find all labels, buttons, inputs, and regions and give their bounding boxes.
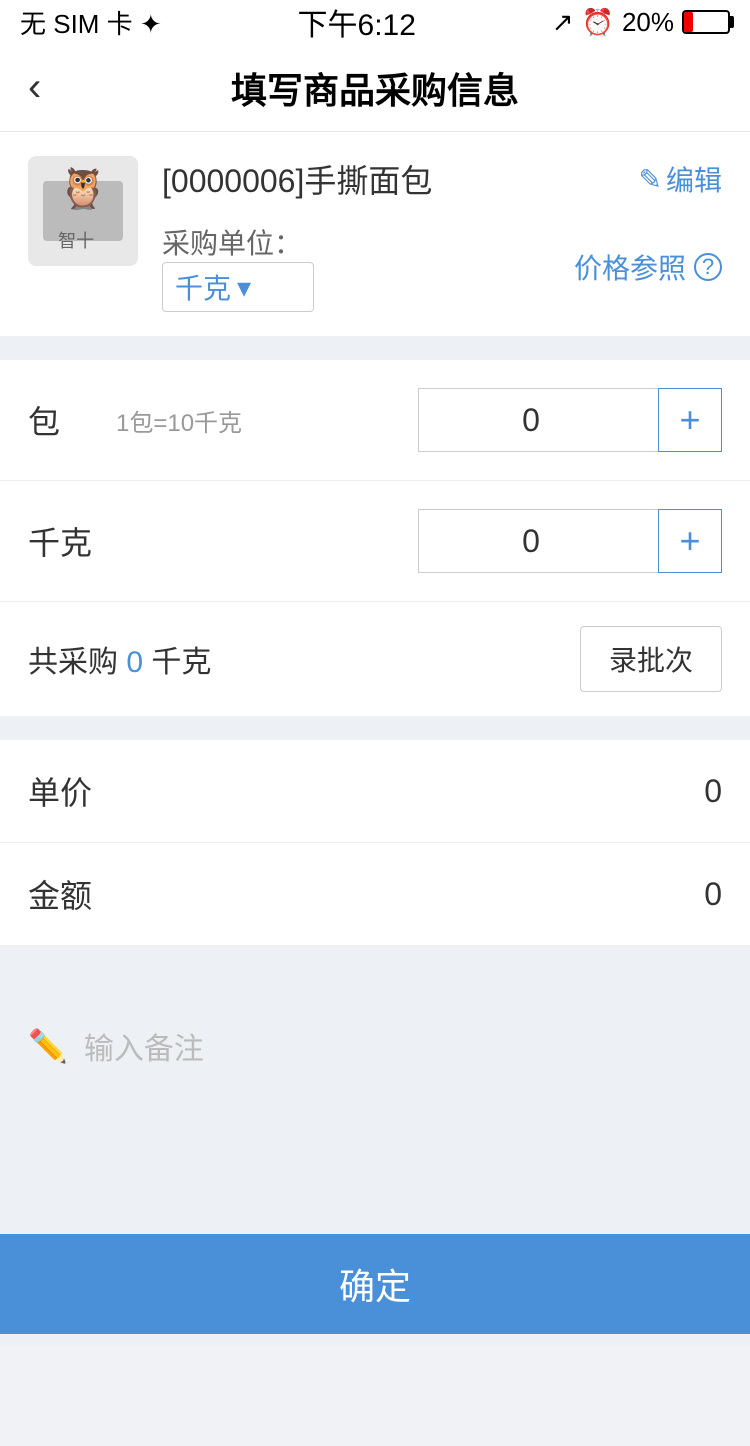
total-value: 0 [126, 646, 143, 679]
bag-plus-button[interactable]: + [658, 388, 722, 452]
alarm-icon: ⏰ [582, 7, 614, 38]
total-section: 共采购 0 千克 录批次 [0, 602, 750, 724]
batch-button[interactable]: 录批次 [580, 626, 722, 692]
price-value: 0 [704, 773, 722, 810]
kg-label: 千克 [28, 518, 108, 564]
notes-placeholder: 输入备注 [84, 1024, 204, 1068]
amount-value: 0 [704, 876, 722, 913]
kg-row: 千克 + [0, 481, 750, 602]
form-section: 包 1包=10千克 + 千克 + [0, 360, 750, 602]
product-name: [0000006]手撕面包 [162, 156, 432, 202]
battery-icon [682, 10, 730, 34]
product-image: 🦉智十 [28, 156, 138, 266]
product-name-row: [0000006]手撕面包 ✎ 编辑 [162, 156, 722, 202]
confirm-button[interactable]: 确定 [0, 1234, 750, 1334]
section-divider-2 [0, 724, 750, 740]
bag-input-group: + [418, 388, 722, 452]
bag-row: 包 1包=10千克 + [0, 360, 750, 481]
status-bar: 无 SIM 卡 ✦ 下午6:12 ↗ ⏰ 20% [0, 0, 750, 44]
battery-percent: 20% [622, 7, 674, 38]
edit-icon: ✎ [639, 163, 662, 196]
brand-text: 智十 [58, 231, 94, 251]
product-logo: 🦉智十 [58, 165, 108, 257]
kg-plus-button[interactable]: + [658, 509, 722, 573]
nav-bar: ‹ 填写商品采购信息 [0, 44, 750, 132]
status-time: 下午6:12 [298, 0, 416, 44]
price-label: 单价 [28, 768, 92, 814]
amount-label: 金额 [28, 871, 92, 917]
edit-button[interactable]: ✎ 编辑 [639, 159, 722, 199]
status-left: 无 SIM 卡 ✦ [20, 4, 162, 41]
confirm-section: 确定 [0, 1234, 750, 1334]
notes-section[interactable]: ✏️ 输入备注 [0, 946, 750, 1146]
kg-input[interactable] [418, 509, 658, 573]
sim-status: 无 SIM 卡 ✦ [20, 4, 162, 41]
help-icon: ? [694, 253, 722, 281]
location-icon: ↗ [552, 7, 574, 38]
unit-selector: 采购单位： 千克 ▾ [162, 222, 314, 312]
page-title: 填写商品采购信息 [231, 62, 519, 114]
status-right: ↗ ⏰ 20% [552, 7, 730, 38]
product-info: [0000006]手撕面包 ✎ 编辑 采购单位： 千克 ▾ 价格参照 ? [162, 156, 722, 312]
info-section: 单价 0 金额 0 [0, 740, 750, 946]
total-text: 共采购 0 千克 [28, 637, 211, 681]
chevron-down-icon: ▾ [237, 271, 251, 304]
unit-dropdown[interactable]: 千克 ▾ [162, 262, 314, 312]
product-section: 🦉智十 [0000006]手撕面包 ✎ 编辑 采购单位： 千克 ▾ [0, 132, 750, 344]
product-unit-row: 采购单位： 千克 ▾ 价格参照 ? [162, 222, 722, 312]
kg-input-group: + [418, 509, 722, 573]
bag-label: 包 [28, 397, 108, 443]
pencil-icon: ✏️ [28, 1027, 68, 1065]
section-divider-1 [0, 344, 750, 360]
amount-row: 金额 0 [0, 843, 750, 946]
back-button[interactable]: ‹ [28, 65, 41, 110]
bag-input[interactable] [418, 388, 658, 452]
bag-sub-label: 1包=10千克 [116, 403, 242, 438]
product-thumbnail: 🦉智十 [43, 181, 123, 241]
price-ref-button[interactable]: 价格参照 ? [574, 247, 722, 287]
price-row: 单价 0 [0, 740, 750, 843]
